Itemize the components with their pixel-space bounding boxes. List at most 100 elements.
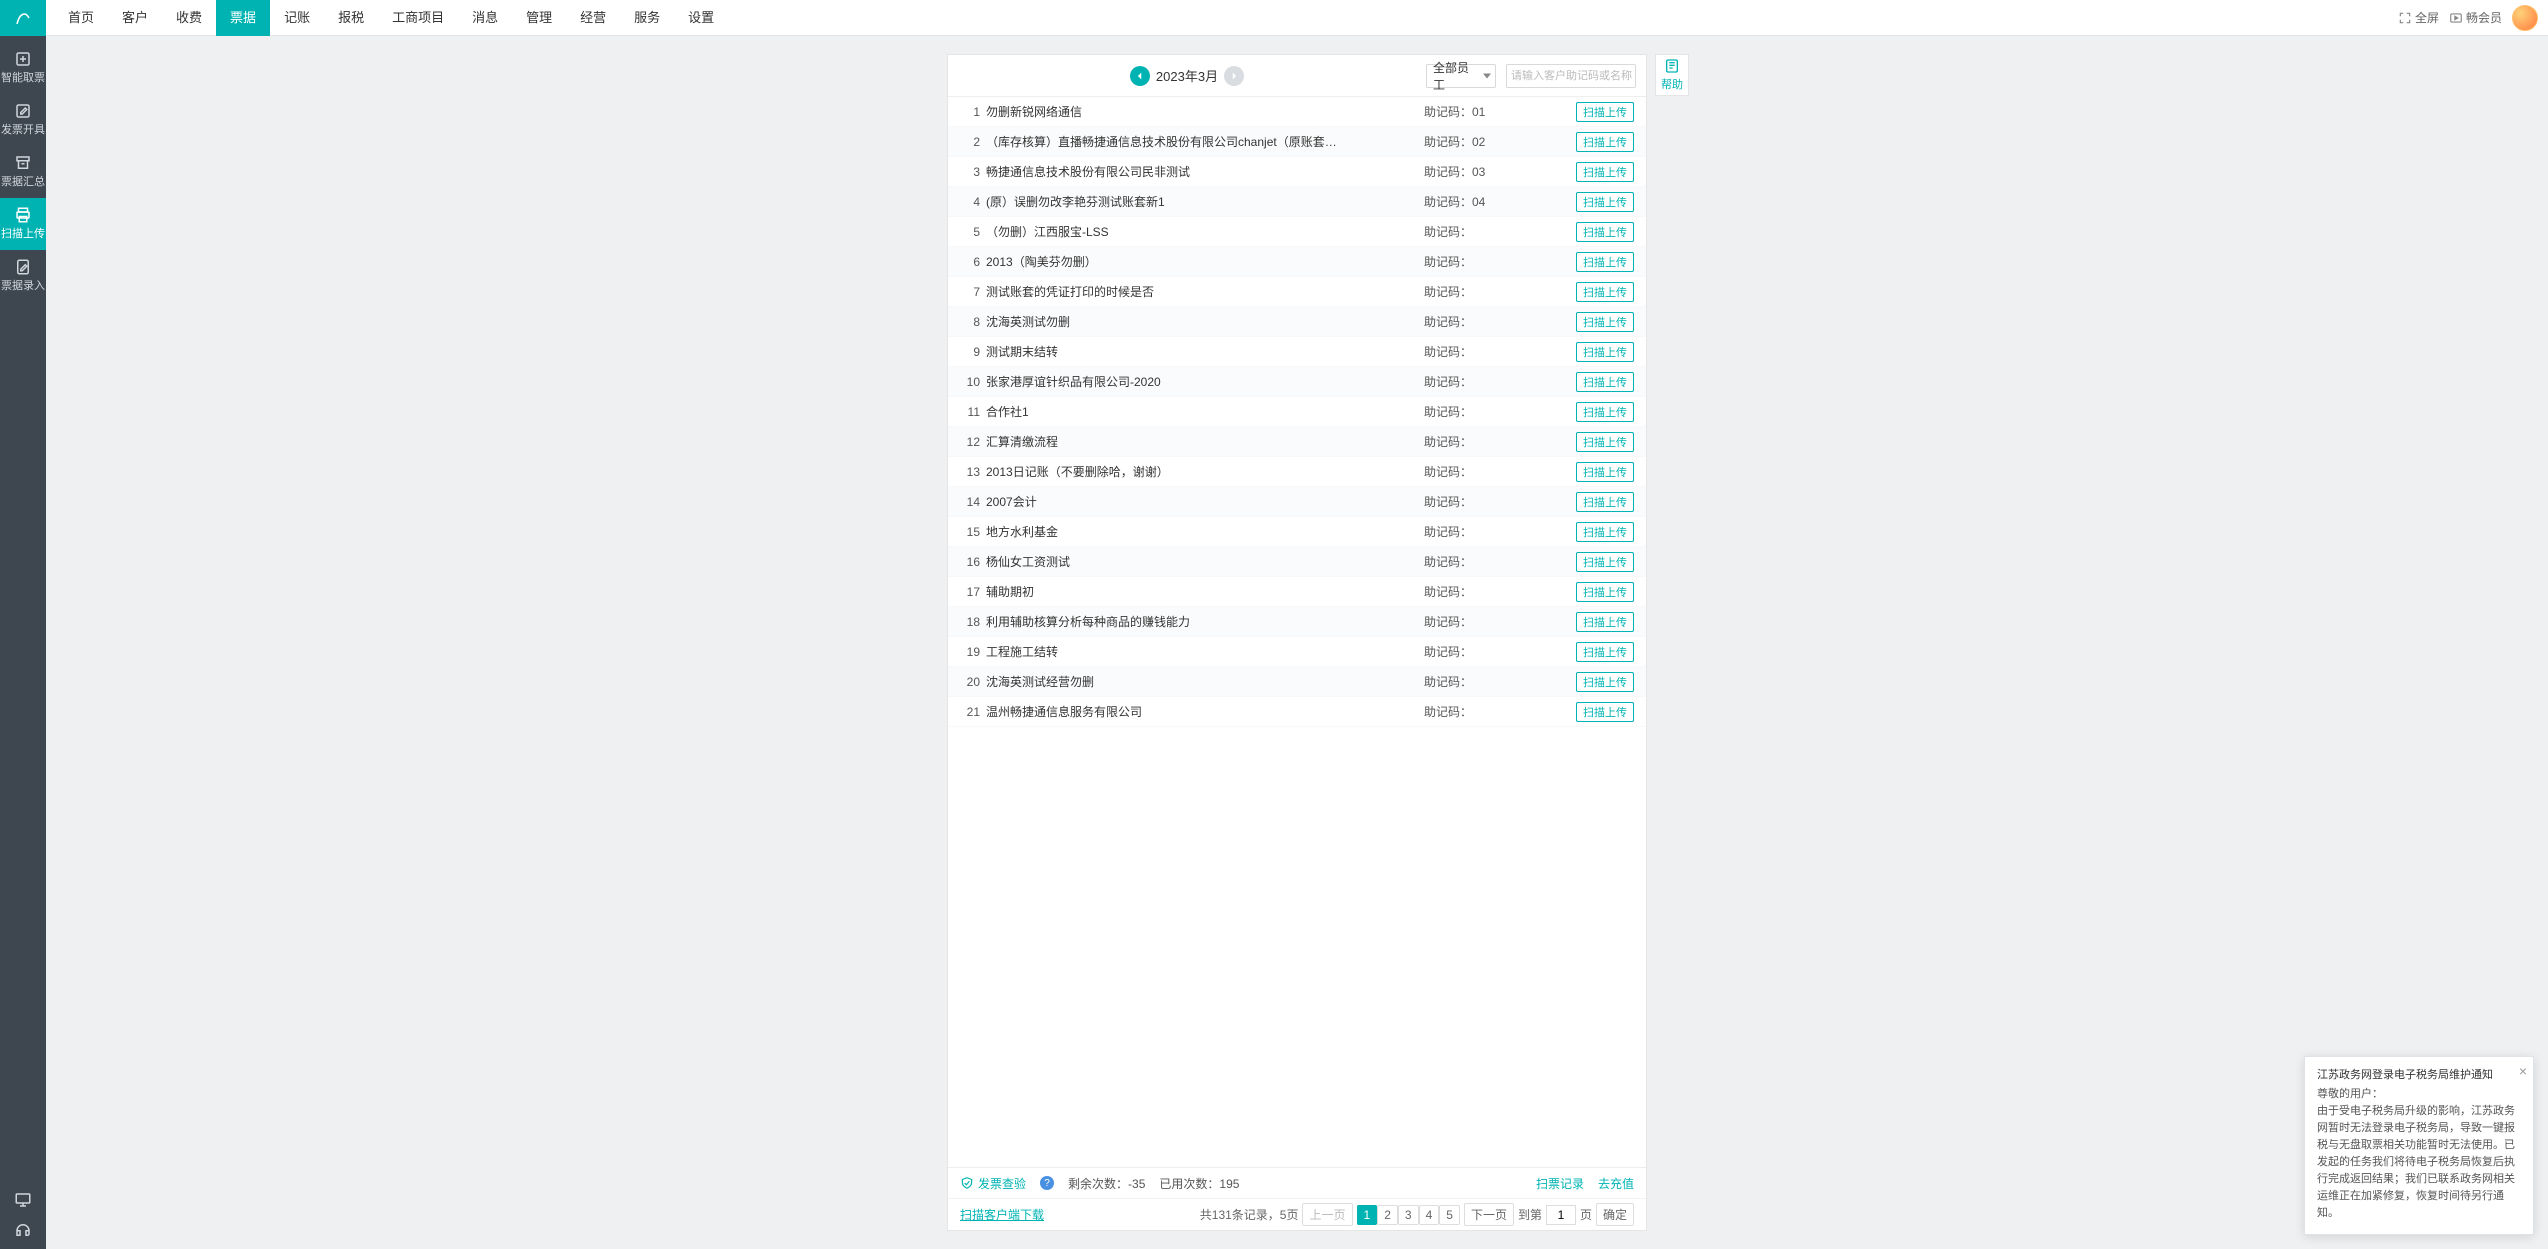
row-name: 杨仙女工资测试 [986,553,1424,570]
customer-list[interactable]: 1勿删新锐网络通信助记码：01扫描上传2（库存核算）直播畅捷通信息技术股份有限公… [948,97,1646,1167]
sidebar-item[interactable]: 智能取票 [0,42,46,94]
nav-item[interactable]: 经营 [566,0,620,36]
pager-page[interactable]: 2 [1377,1205,1398,1225]
search-input[interactable] [1507,70,1657,82]
scan-upload-button[interactable]: 扫描上传 [1576,162,1634,182]
edit-note-icon [14,258,32,276]
table-row: 11合作社1助记码：扫描上传 [948,397,1646,427]
monitor-icon[interactable] [14,1191,32,1209]
fullscreen-button[interactable]: 全屏 [2398,9,2439,26]
scan-record-link[interactable]: 扫票记录 [1536,1175,1584,1192]
remain-stat: 剩余次数：-35 [1068,1175,1145,1192]
sidebar-item[interactable]: 票据汇总 [0,146,46,198]
scan-upload-button[interactable]: 扫描上传 [1576,492,1634,512]
member-label: 畅会员 [2466,9,2502,26]
scan-upload-button[interactable]: 扫描上传 [1576,132,1634,152]
nav-item[interactable]: 消息 [458,0,512,36]
help-card[interactable]: 帮助 [1655,54,1689,96]
row-code: 助记码： [1424,643,1564,660]
toast-close-button[interactable]: × [2519,1061,2527,1083]
scan-upload-button[interactable]: 扫描上传 [1576,222,1634,242]
pager-goto-input[interactable] [1546,1205,1576,1225]
row-code: 助记码： [1424,613,1564,630]
table-row: 3畅捷通信息技术股份有限公司民非测试助记码：03扫描上传 [948,157,1646,187]
avatar[interactable] [2512,5,2538,31]
nav-item[interactable]: 服务 [620,0,674,36]
table-row: 9测试期末结转助记码：扫描上传 [948,337,1646,367]
help-icon [1664,58,1680,74]
row-code: 助记码： [1424,583,1564,600]
scan-upload-button[interactable]: 扫描上传 [1576,342,1634,362]
app-logo [0,0,46,36]
nav-item[interactable]: 票据 [216,0,270,36]
pager-page[interactable]: 5 [1439,1205,1460,1225]
printer-icon [14,206,32,224]
table-row: 12汇算清缴流程助记码：扫描上传 [948,427,1646,457]
sidebar-item[interactable]: 扫描上传 [0,198,46,250]
row-name: 2007会计 [986,493,1424,510]
row-code: 助记码： [1424,253,1564,270]
scan-upload-button[interactable]: 扫描上传 [1576,102,1634,122]
scan-upload-button[interactable]: 扫描上传 [1576,552,1634,572]
headset-icon[interactable] [14,1221,32,1239]
scan-upload-button[interactable]: 扫描上传 [1576,372,1634,392]
scan-upload-button[interactable]: 扫描上传 [1576,672,1634,692]
sidebar-item[interactable]: 票据录入 [0,250,46,302]
pager-page[interactable]: 4 [1419,1205,1440,1225]
nav-item[interactable]: 首页 [54,0,108,36]
top-nav: 首页客户收费票据记账报税工商项目消息管理经营服务设置 [46,0,728,36]
scan-upload-button[interactable]: 扫描上传 [1576,282,1634,302]
pager-page[interactable]: 1 [1357,1205,1378,1225]
nav-item[interactable]: 客户 [108,0,162,36]
row-code: 助记码： [1424,433,1564,450]
scan-upload-button[interactable]: 扫描上传 [1576,462,1634,482]
scan-upload-button[interactable]: 扫描上传 [1576,642,1634,662]
sidebar-item[interactable]: 发票开具 [0,94,46,146]
member-button[interactable]: 畅会员 [2449,9,2502,26]
pager-prev[interactable]: 上一页 [1302,1203,1352,1226]
employee-select[interactable]: 全部员工 [1426,64,1496,88]
row-index: 8 [960,315,980,329]
sidebar-item-label: 扫描上传 [1,228,45,240]
edit-box-icon [14,102,32,120]
table-row: 142007会计助记码：扫描上传 [948,487,1646,517]
download-client-link[interactable]: 扫描客户端下载 [960,1206,1044,1223]
row-name: 勿删新锐网络通信 [986,103,1424,120]
prev-month-button[interactable] [1130,66,1150,86]
scan-upload-button[interactable]: 扫描上传 [1576,432,1634,452]
row-index: 12 [960,435,980,449]
table-row: 17辅助期初助记码：扫描上传 [948,577,1646,607]
row-index: 15 [960,525,980,539]
scan-upload-button[interactable]: 扫描上传 [1576,522,1634,542]
pager-next[interactable]: 下一页 [1464,1203,1514,1226]
invoice-check-button[interactable]: 发票查验 [960,1175,1026,1192]
nav-item[interactable]: 工商项目 [378,0,458,36]
recharge-link[interactable]: 去充值 [1598,1175,1634,1192]
scan-upload-button[interactable]: 扫描上传 [1576,582,1634,602]
nav-item[interactable]: 管理 [512,0,566,36]
scan-upload-button[interactable]: 扫描上传 [1576,192,1634,212]
top-right: 全屏 畅会员 [2398,5,2548,31]
next-month-button[interactable] [1224,66,1244,86]
archive-icon [14,154,32,172]
sidebar-item-label: 票据录入 [1,280,45,292]
scan-upload-button[interactable]: 扫描上传 [1576,612,1634,632]
pager-page[interactable]: 3 [1398,1205,1419,1225]
row-index: 2 [960,135,980,149]
row-index: 11 [960,405,980,419]
scan-upload-button[interactable]: 扫描上传 [1576,312,1634,332]
scan-upload-button[interactable]: 扫描上传 [1576,252,1634,272]
nav-item[interactable]: 报税 [324,0,378,36]
nav-item[interactable]: 收费 [162,0,216,36]
nav-item[interactable]: 记账 [270,0,324,36]
row-name: 2013（陶美芬勿删） [986,253,1424,270]
scan-upload-button[interactable]: 扫描上传 [1576,702,1634,722]
pager-confirm[interactable]: 确定 [1596,1203,1634,1226]
chevron-down-icon [1483,73,1491,78]
row-name: 合作社1 [986,403,1424,420]
pager-summary: 共131条记录，5页 [1200,1206,1299,1223]
date-label: 2023年3月 [1156,66,1218,85]
nav-item[interactable]: 设置 [674,0,728,36]
help-tip-icon[interactable]: ? [1040,1176,1054,1190]
scan-upload-button[interactable]: 扫描上传 [1576,402,1634,422]
